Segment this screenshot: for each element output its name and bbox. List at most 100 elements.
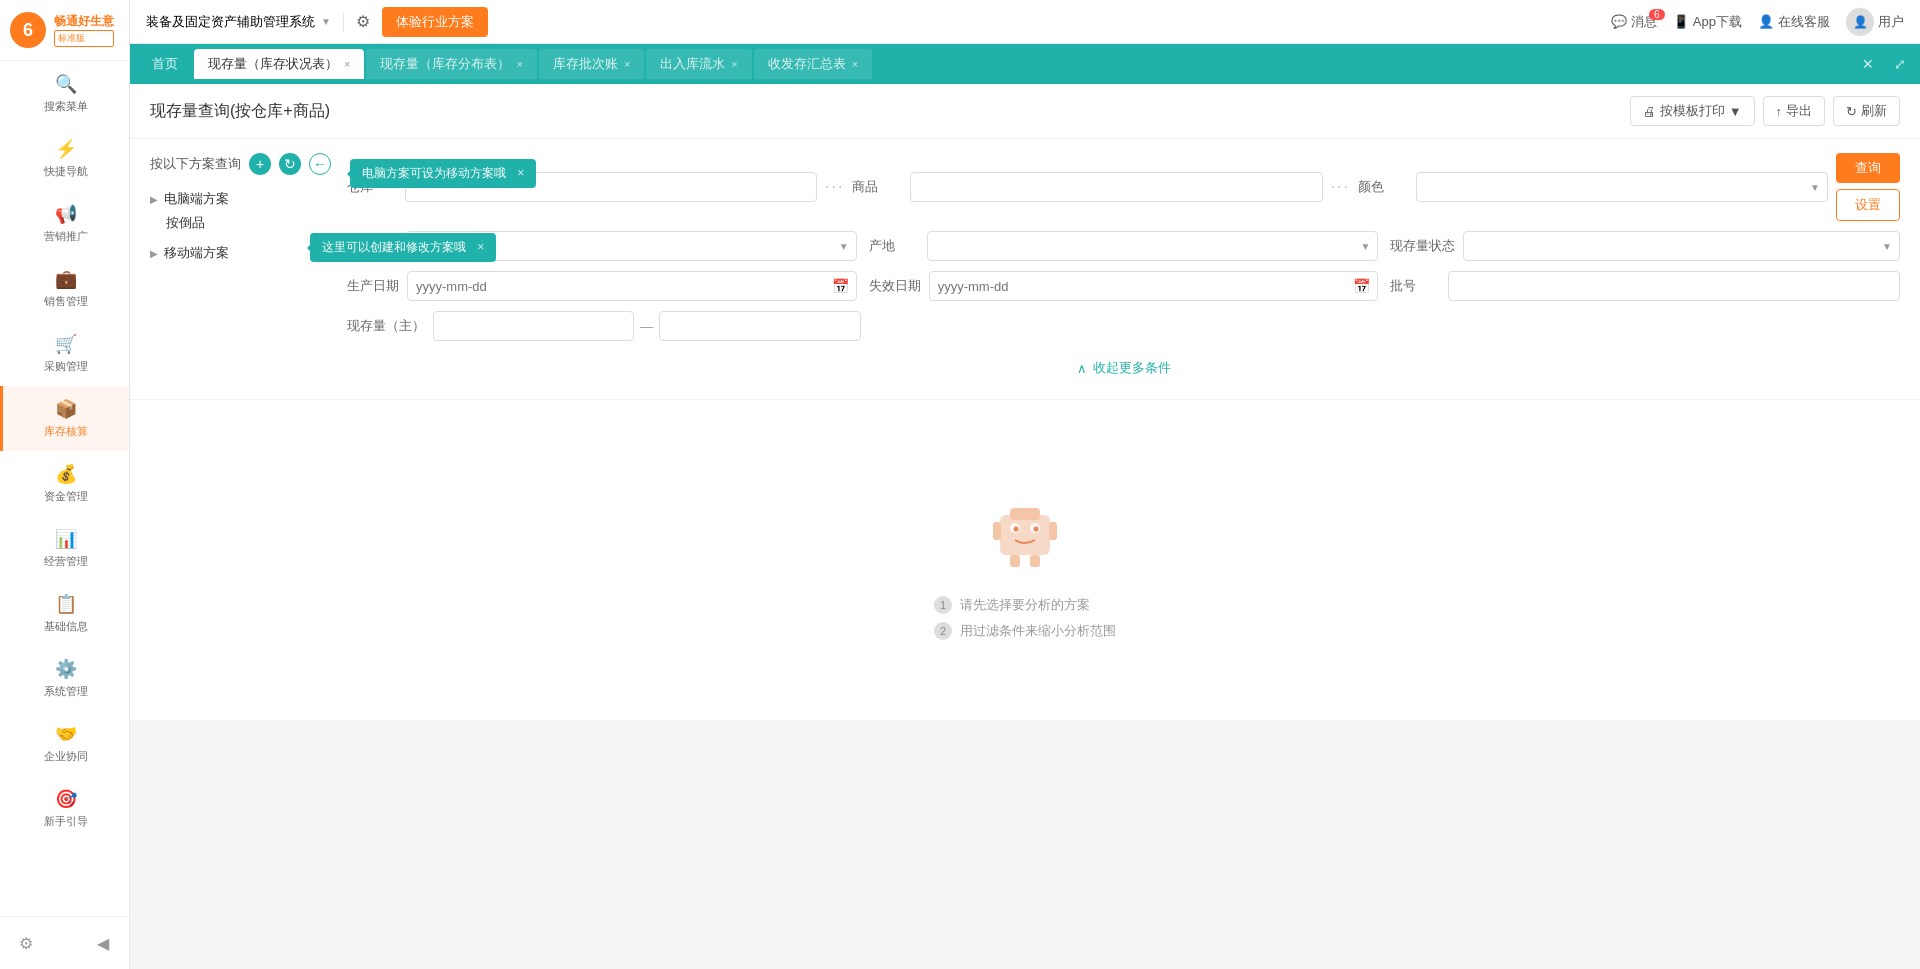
sidebar-item-sales[interactable]: 💼 销售管理	[0, 256, 129, 321]
search-button[interactable]: 查询	[1836, 153, 1900, 183]
expiry-date-input[interactable]	[929, 271, 1379, 301]
sidebar-item-guide[interactable]: 🎯 新手引导	[0, 776, 129, 841]
arrow-scheme-button[interactable]: ←	[309, 153, 331, 175]
tab-batch-ledger[interactable]: 库存批次账 ×	[539, 49, 644, 79]
add-scheme-button[interactable]: +	[249, 153, 271, 175]
desktop-scheme-child-item[interactable]: 按倒品	[166, 211, 331, 235]
export-button[interactable]: ↑ 导出	[1763, 96, 1826, 126]
sidebar-item-purchase[interactable]: 🛒 采购管理	[0, 321, 129, 386]
color-filter: 颜色 ▼	[1358, 172, 1828, 202]
batch-no-filter: 批号	[1390, 271, 1900, 301]
sidebar-item-finance[interactable]: 💰 资金管理	[0, 451, 129, 516]
print-arrow: ▼	[1729, 104, 1742, 119]
empty-state: 1 请先选择要分析的方案 2 用过滤条件来缩小分析范围	[130, 400, 1920, 720]
goods-input[interactable]	[910, 172, 1322, 202]
stock-status-filter: 现存量状态 ▼	[1390, 231, 1900, 261]
search-icon: 🔍	[55, 73, 77, 95]
batch-no-input[interactable]	[1448, 271, 1900, 301]
expand-tabs-icon[interactable]: ⤢	[1888, 52, 1912, 76]
enterprise-icon: 🤝	[55, 723, 77, 745]
tooltip-scheme-mobile: 电脑方案可设为移动方案哦 ×	[350, 159, 536, 188]
range-dash: —	[640, 319, 653, 334]
app-download-item[interactable]: 📱 App下载	[1673, 13, 1742, 31]
origin-select-wrap: ▼	[927, 231, 1379, 261]
sidebar-item-search[interactable]: 🔍 搜索菜单	[0, 61, 129, 126]
sidebar-bottom: ⚙ ◀	[0, 916, 129, 969]
tooltip1-close[interactable]: ×	[517, 166, 524, 180]
svg-rect-8	[1010, 555, 1020, 567]
tab-inventory-dist[interactable]: 现存量（库存分布表） ×	[366, 49, 536, 79]
tab-collect-summary[interactable]: 收发存汇总表 ×	[754, 49, 872, 79]
collapse-up-icon: ∧	[1077, 361, 1087, 376]
stock-qty-from-input[interactable]	[433, 311, 634, 341]
purchase-icon: 🛒	[55, 333, 77, 355]
svg-rect-7	[1049, 522, 1057, 540]
svg-rect-0	[1000, 515, 1050, 555]
collapse-filter-label: 收起更多条件	[1093, 359, 1171, 377]
settings-bottom-icon[interactable]: ⚙	[12, 929, 40, 957]
industry-plan-button[interactable]: 体验行业方案	[382, 7, 488, 37]
guide-icon: 🎯	[55, 788, 77, 810]
tab-inventory-status-close[interactable]: ×	[344, 58, 350, 70]
sidebar-item-label: 新手引导	[44, 814, 88, 829]
template-print-button[interactable]: 🖨 按模板打印 ▼	[1630, 96, 1755, 126]
sidebar-item-quick-nav[interactable]: ⚡ 快捷导航	[0, 126, 129, 191]
online-service-item[interactable]: 👤 在线客服	[1758, 13, 1830, 31]
expiry-date-calendar-icon[interactable]: 📅	[1353, 278, 1370, 294]
user-item[interactable]: 👤 用户	[1846, 8, 1904, 36]
sidebar-item-label: 采购管理	[44, 359, 88, 374]
sidebar-item-basic[interactable]: 📋 基础信息	[0, 581, 129, 646]
tab-in-out-flow-close[interactable]: ×	[731, 58, 737, 70]
origin-select[interactable]	[927, 231, 1379, 261]
refresh-icon: ↻	[1846, 104, 1857, 119]
svg-point-4	[1014, 527, 1019, 532]
header-settings-icon[interactable]: ⚙	[356, 12, 370, 31]
logo-icon: 6	[10, 12, 46, 48]
operations-icon: 📊	[55, 528, 77, 550]
system-name-selector[interactable]: 装备及固定资产辅助管理系统 ▼	[146, 13, 331, 31]
close-all-tabs-icon[interactable]: ✕	[1856, 52, 1880, 76]
sidebar-item-inventory[interactable]: 📦 库存核算	[0, 386, 129, 451]
tooltip-scheme-create: 这里可以创建和修改方案哦 ×	[310, 233, 496, 262]
tip-num-1: 1	[934, 596, 952, 614]
scheme-selector-col: 按以下方案查询 + ↻ ← 电脑方案可设为移动方案哦 × ▶ 电	[150, 153, 331, 385]
color-select[interactable]	[1416, 172, 1828, 202]
sidebar-item-label: 销售管理	[44, 294, 88, 309]
sidebar-item-marketing[interactable]: 📢 营销推广	[0, 191, 129, 256]
collapse-filter-button[interactable]: ∧ 收起更多条件	[347, 351, 1900, 385]
tab-in-out-flow[interactable]: 出入库流水 ×	[646, 49, 751, 79]
stock-status-select[interactable]	[1463, 231, 1900, 261]
setting-button[interactable]: 设置	[1836, 189, 1900, 221]
tab-collect-summary-close[interactable]: ×	[852, 58, 858, 70]
expiry-date-label: 失效日期	[869, 277, 921, 295]
message-icon-item[interactable]: 💬 消息 6	[1611, 13, 1657, 31]
tooltip2-close[interactable]: ×	[477, 240, 484, 254]
online-service-label: 在线客服	[1778, 13, 1830, 31]
color-label: 颜色	[1358, 178, 1408, 196]
prod-date-calendar-icon[interactable]: 📅	[832, 278, 849, 294]
refresh-button[interactable]: ↻ 刷新	[1833, 96, 1900, 126]
tab-home[interactable]: 首页	[138, 49, 192, 79]
refresh-scheme-button[interactable]: ↻	[279, 153, 301, 175]
tab-in-out-flow-label: 出入库流水	[660, 55, 725, 73]
sidebar-item-system[interactable]: ⚙️ 系统管理	[0, 646, 129, 711]
sidebar-item-label: 基础信息	[44, 619, 88, 634]
tab-batch-ledger-close[interactable]: ×	[624, 58, 630, 70]
stock-qty-filter: 现存量（主） —	[347, 311, 861, 341]
inventory-icon: 📦	[55, 398, 77, 420]
search-action-buttons: 查询 设置	[1836, 153, 1900, 221]
prod-date-input[interactable]	[407, 271, 857, 301]
collapse-sidebar-icon[interactable]: ◀	[89, 929, 117, 957]
goods-dots: ···	[1331, 178, 1350, 196]
sidebar-item-operations[interactable]: 📊 经营管理	[0, 516, 129, 581]
stock-qty-range: —	[433, 311, 861, 341]
desktop-scheme-item[interactable]: ▶ 电脑端方案	[150, 187, 331, 211]
sidebar-item-enterprise[interactable]: 🤝 企业协同	[0, 711, 129, 776]
tab-inventory-status[interactable]: 现存量（库存状况表） ×	[194, 49, 364, 79]
stock-qty-to-input[interactable]	[659, 311, 860, 341]
sidebar-nav: 🔍 搜索菜单 ⚡ 快捷导航 📢 营销推广 💼 销售管理 🛒 采购管理 📦 库存核…	[0, 61, 129, 916]
page-actions: 🖨 按模板打印 ▼ ↑ 导出 ↻ 刷新	[1630, 96, 1900, 126]
sidebar-item-label: 库存核算	[44, 424, 88, 439]
tab-inventory-dist-close[interactable]: ×	[516, 58, 522, 70]
goods-label: 商品	[852, 178, 902, 196]
